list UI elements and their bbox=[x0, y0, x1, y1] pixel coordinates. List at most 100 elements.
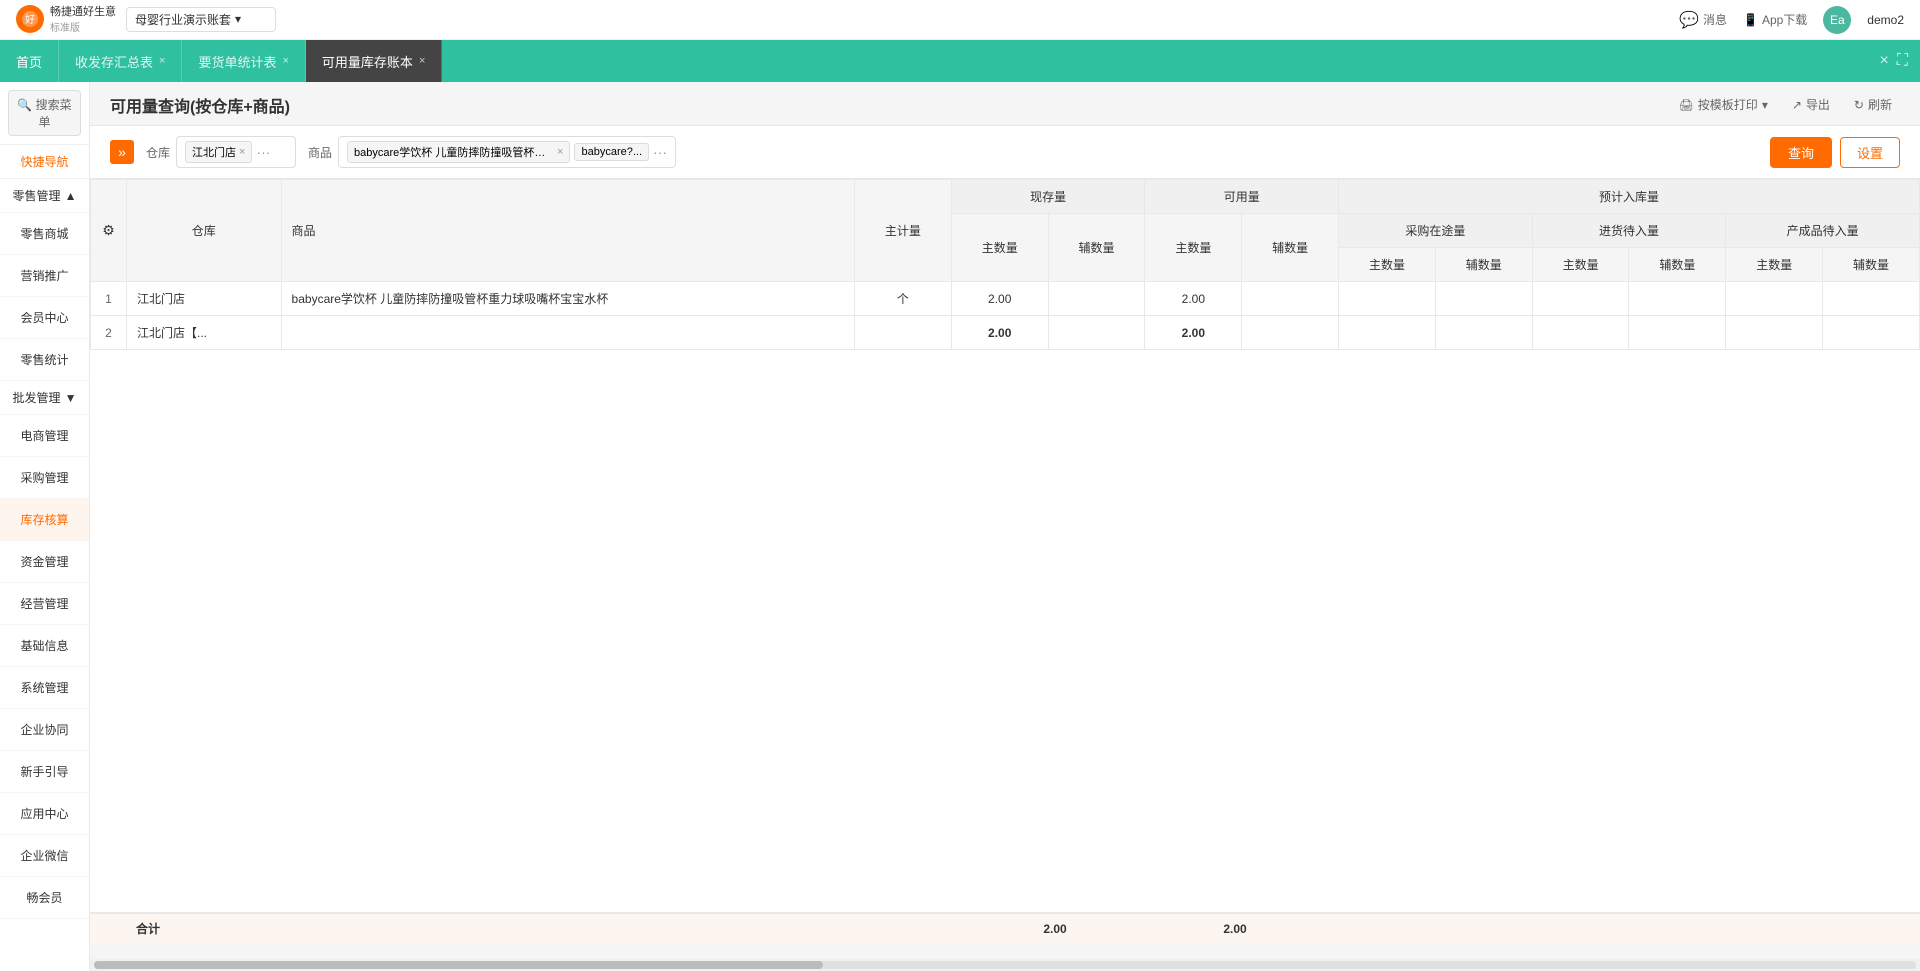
warehouse-tag-close[interactable]: × bbox=[239, 146, 245, 158]
goods-tag-2: babycare?... bbox=[574, 143, 649, 161]
goods-tag-1-text: babycare学饮杯 儿童防摔防撞吸管杯重力球吸嘴杯宝宝水杯 bbox=[354, 144, 554, 160]
sidebar-member-label: 畅会员 bbox=[26, 889, 62, 906]
sidebar-item-finance[interactable]: 资金管理 bbox=[0, 541, 89, 583]
goods-tag-1-close[interactable]: × bbox=[557, 146, 563, 158]
settings-button[interactable]: 设置 bbox=[1840, 137, 1900, 168]
fullscreen-button[interactable]: ⛶ bbox=[1897, 52, 1908, 70]
sidebar-inventory-label: 库存核算 bbox=[20, 511, 68, 528]
sidebar-item-app-center[interactable]: 应用中心 bbox=[0, 793, 89, 835]
tab-available-stock[interactable]: 可用量库存账本 × bbox=[306, 40, 442, 82]
sidebar: 🔍 搜索菜单 快捷导航 零售管理 ▲ 零售商城 营销推广 会员中心 零售统计 批… bbox=[0, 82, 90, 971]
sidebar-item-retail-mall[interactable]: 零售商城 bbox=[0, 213, 89, 255]
footer-current-main: 2.00 bbox=[1010, 922, 1100, 936]
sidebar-item-purchase[interactable]: 采购管理 bbox=[0, 457, 89, 499]
tab-order-stats[interactable]: 要货单统计表 × bbox=[182, 40, 305, 82]
print-chevron-icon: ▾ bbox=[1762, 98, 1768, 112]
sidebar-item-member[interactable]: 畅会员 bbox=[0, 877, 89, 919]
sidebar-item-basic-info[interactable]: 基础信息 bbox=[0, 625, 89, 667]
content-area: 可用量查询(按仓库+商品) 🖨 按模板打印 ▾ ↗ 导出 ↻ 刷新 bbox=[90, 82, 1920, 971]
user-name: demo2 bbox=[1867, 13, 1904, 27]
avatar[interactable]: Ea bbox=[1823, 6, 1851, 34]
th-purchase-aux: 辅数量 bbox=[1435, 248, 1532, 282]
scrollbar-track[interactable] bbox=[94, 961, 1916, 969]
sidebar-item-retail-stats[interactable]: 零售统计 bbox=[0, 339, 89, 381]
sidebar-basic-info-label: 基础信息 bbox=[20, 637, 68, 654]
store-selector-text: 母婴行业演示账套 bbox=[135, 11, 231, 28]
filter-expand-button[interactable]: » bbox=[110, 140, 134, 164]
main-layout: 🔍 搜索菜单 快捷导航 零售管理 ▲ 零售商城 营销推广 会员中心 零售统计 批… bbox=[0, 82, 1920, 971]
row-2-incoming-main bbox=[1532, 316, 1629, 350]
sidebar-app-center-label: 应用中心 bbox=[20, 805, 68, 822]
sidebar-item-operations[interactable]: 经营管理 bbox=[0, 583, 89, 625]
row-2-warehouse: 江北门店【... bbox=[127, 316, 282, 350]
tab-receive-summary[interactable]: 收发存汇总表 × bbox=[59, 40, 182, 82]
export-button[interactable]: ↗ 导出 bbox=[1784, 92, 1838, 117]
tab-available-stock-close[interactable]: × bbox=[419, 55, 425, 67]
tab-receive-summary-close[interactable]: × bbox=[159, 55, 165, 67]
th-forecast-group: 预计入库量 bbox=[1339, 180, 1920, 214]
th-settings: ⚙ bbox=[91, 180, 127, 282]
sidebar-item-enterprise-wechat[interactable]: 企业微信 bbox=[0, 835, 89, 877]
sidebar-item-wholesale-mgmt[interactable]: 批发管理 ▼ bbox=[0, 381, 89, 415]
refresh-label: 刷新 bbox=[1868, 96, 1892, 113]
refresh-button[interactable]: ↻ 刷新 bbox=[1846, 92, 1900, 117]
tab-receive-summary-label: 收发存汇总表 bbox=[75, 52, 153, 71]
scrollbar-thumb[interactable] bbox=[94, 961, 823, 969]
row-1-current-main: 2.00 bbox=[951, 282, 1048, 316]
tab-order-stats-close[interactable]: × bbox=[282, 55, 288, 67]
chat-button[interactable]: 💬 消息 bbox=[1679, 10, 1727, 30]
app-download-button[interactable]: 📱 App下载 bbox=[1743, 11, 1807, 28]
goods-tag-1: babycare学饮杯 儿童防摔防撞吸管杯重力球吸嘴杯宝宝水杯 × bbox=[347, 141, 570, 163]
filter-action-buttons: 查询 设置 bbox=[1770, 137, 1900, 168]
th-incoming-main: 主数量 bbox=[1532, 248, 1629, 282]
close-all-tabs-button[interactable]: × bbox=[1879, 52, 1888, 70]
sidebar-item-guide[interactable]: 新手引导 bbox=[0, 751, 89, 793]
chevron-icon: ▲ bbox=[65, 189, 77, 203]
app-download-label: App下载 bbox=[1762, 11, 1807, 28]
row-1-avail-main: 2.00 bbox=[1145, 282, 1242, 316]
logo-sub: 标准版 bbox=[50, 19, 116, 34]
sidebar-item-inventory[interactable]: 库存核算 bbox=[0, 499, 89, 541]
avatar-text: Ea bbox=[1830, 13, 1845, 27]
row-1-goods: babycare学饮杯 儿童防摔防撞吸管杯重力球吸嘴杯宝宝水杯 bbox=[281, 282, 854, 316]
sidebar-retail-stats-label: 零售统计 bbox=[20, 351, 68, 368]
page-header: 可用量查询(按仓库+商品) 🖨 按模板打印 ▾ ↗ 导出 ↻ 刷新 bbox=[90, 82, 1920, 126]
store-selector[interactable]: 母婴行业演示账套 ▾ bbox=[126, 7, 276, 32]
th-incoming-pending-group: 进货待入量 bbox=[1532, 214, 1726, 248]
search-menu-button[interactable]: 🔍 搜索菜单 bbox=[8, 90, 81, 136]
th-warehouse: 仓库 bbox=[127, 180, 282, 282]
sidebar-item-retail-mgmt[interactable]: 零售管理 ▲ bbox=[0, 179, 89, 213]
printer-icon: 🖨 bbox=[1679, 98, 1694, 112]
row-1-avail-aux bbox=[1242, 282, 1339, 316]
tab-home[interactable]: 首页 bbox=[0, 40, 59, 82]
th-incoming-aux: 辅数量 bbox=[1629, 248, 1726, 282]
sidebar-item-member-center[interactable]: 会员中心 bbox=[0, 297, 89, 339]
sidebar-item-ecommerce[interactable]: 电商管理 bbox=[0, 415, 89, 457]
sidebar-item-marketing[interactable]: 营销推广 bbox=[0, 255, 89, 297]
export-icon: ↗ bbox=[1792, 98, 1802, 112]
warehouse-more-icon[interactable]: ··· bbox=[256, 144, 270, 160]
sidebar-item-system[interactable]: 系统管理 bbox=[0, 667, 89, 709]
row-1-incoming-aux bbox=[1629, 282, 1726, 316]
horizontal-scrollbar[interactable] bbox=[90, 959, 1920, 971]
th-avail-main: 主数量 bbox=[1145, 214, 1242, 282]
print-button[interactable]: 🖨 按模板打印 ▾ bbox=[1671, 92, 1776, 117]
goods-filter-input[interactable]: babycare学饮杯 儿童防摔防撞吸管杯重力球吸嘴杯宝宝水杯 × babyca… bbox=[338, 136, 676, 168]
row-2-product-main bbox=[1726, 316, 1823, 350]
goods-more-icon[interactable]: ··· bbox=[653, 144, 667, 160]
warehouse-filter-input[interactable]: 江北门店 × ··· bbox=[176, 136, 296, 168]
row-2-unit bbox=[854, 316, 951, 350]
row-1-purchase-aux bbox=[1435, 282, 1532, 316]
gear-icon[interactable]: ⚙ bbox=[102, 222, 115, 238]
quick-nav-button[interactable]: 快捷导航 bbox=[0, 145, 89, 179]
query-button[interactable]: 查询 bbox=[1770, 137, 1832, 168]
warehouse-tag: 江北门店 × bbox=[185, 141, 252, 163]
th-available-group: 可用量 bbox=[1145, 180, 1339, 214]
th-product-main: 主数量 bbox=[1726, 248, 1823, 282]
row-2-current-aux bbox=[1048, 316, 1145, 350]
sidebar-operations-label: 经营管理 bbox=[20, 595, 68, 612]
search-menu-label: 搜索菜单 bbox=[36, 98, 72, 129]
th-product-aux: 辅数量 bbox=[1823, 248, 1920, 282]
sidebar-wholesale-label: 批发管理 bbox=[13, 389, 61, 406]
sidebar-item-enterprise[interactable]: 企业协同 bbox=[0, 709, 89, 751]
